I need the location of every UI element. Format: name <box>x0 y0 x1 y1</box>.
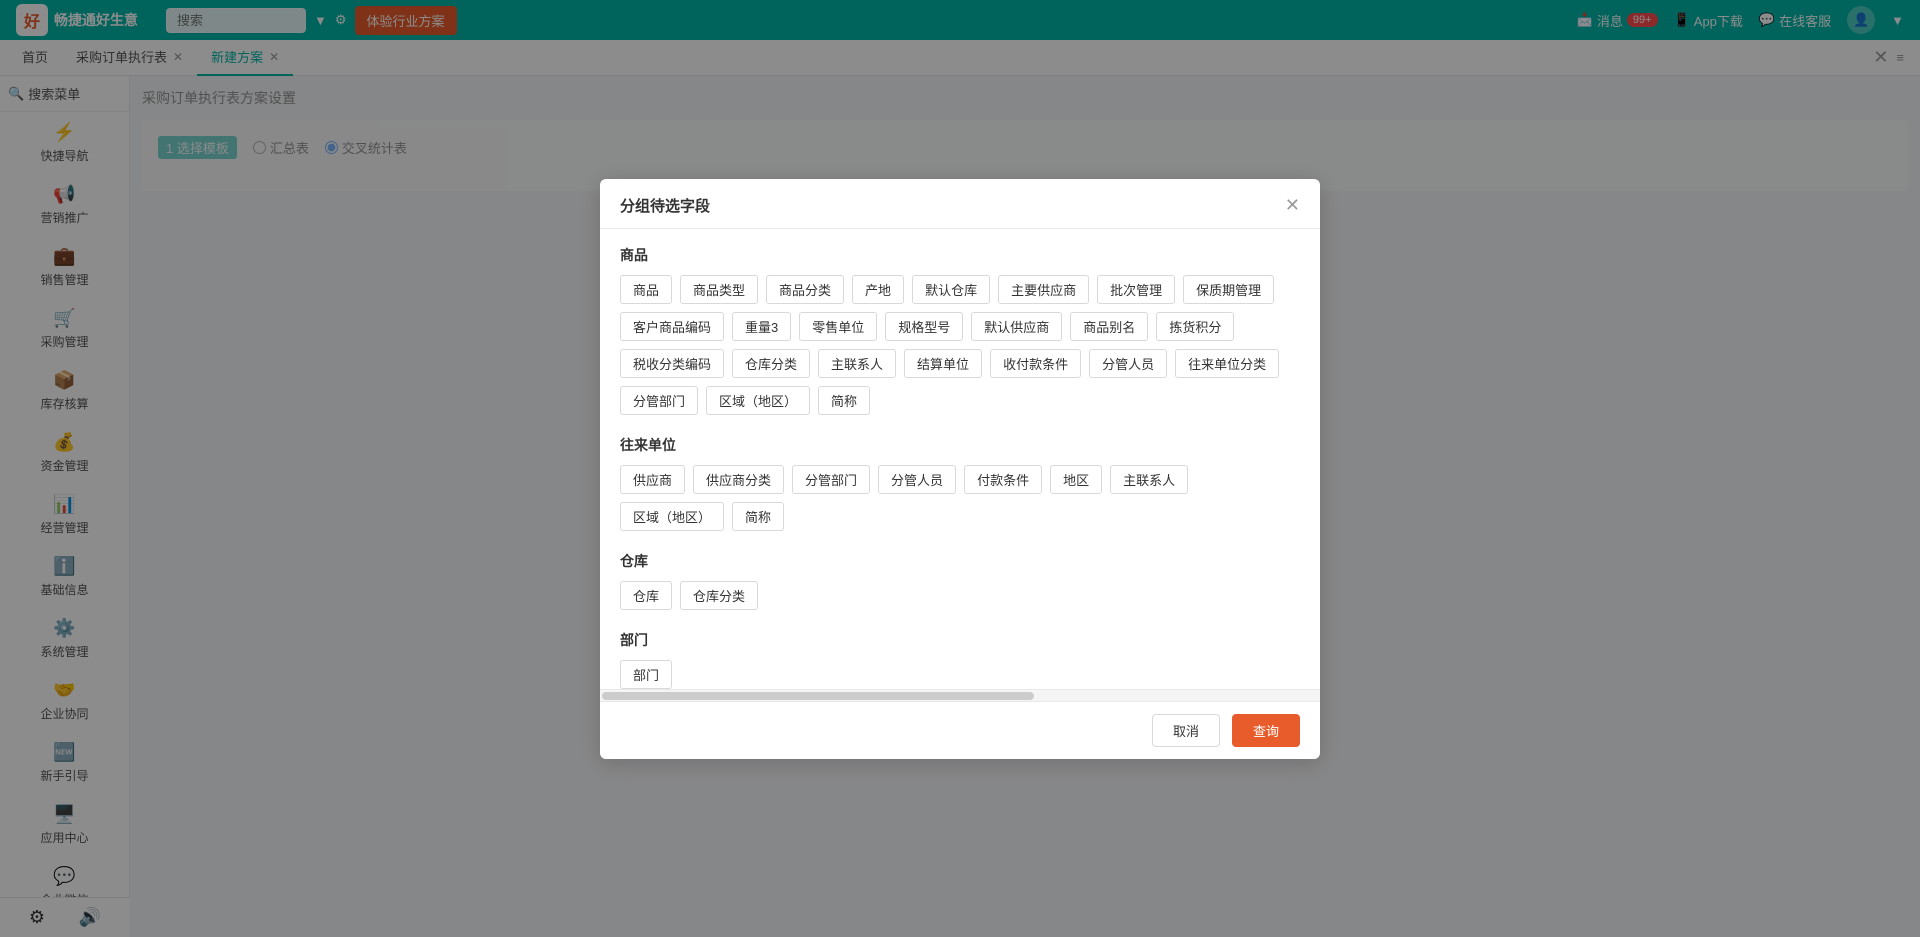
field-warehouse[interactable]: 仓库 <box>620 581 672 610</box>
field-manage-person[interactable]: 分管人员 <box>878 465 956 494</box>
cancel-button[interactable]: 取消 <box>1152 714 1220 747</box>
field-batch-mgmt[interactable]: 批次管理 <box>1097 275 1175 304</box>
modal-title: 分组待选字段 <box>620 195 710 216</box>
field-retail-unit[interactable]: 零售单位 <box>799 312 877 341</box>
section-goods: 商品 商品 商品类型 商品分类 产地 默认仓库 主要供应商 批次管理 保质期管理… <box>620 245 1300 415</box>
modal-body: 商品 商品 商品类型 商品分类 产地 默认仓库 主要供应商 批次管理 保质期管理… <box>600 229 1320 689</box>
field-default-warehouse[interactable]: 默认仓库 <box>912 275 990 304</box>
section-goods-title: 商品 <box>620 245 1300 265</box>
field-supplier[interactable]: 供应商 <box>620 465 685 494</box>
section-warehouse: 仓库 仓库 仓库分类 <box>620 551 1300 610</box>
field-short-name2[interactable]: 简称 <box>732 502 784 531</box>
field-goods[interactable]: 商品 <box>620 275 672 304</box>
field-main-supplier[interactable]: 主要供应商 <box>998 275 1089 304</box>
section-warehouse-title: 仓库 <box>620 551 1300 571</box>
field-region-counterpart[interactable]: 区域（地区） <box>620 502 724 531</box>
field-counterpart-category[interactable]: 往来单位分类 <box>1175 349 1279 378</box>
field-main-contact[interactable]: 主联系人 <box>818 349 896 378</box>
field-customer-code[interactable]: 客户商品编码 <box>620 312 724 341</box>
section-department: 部门 部门 <box>620 630 1300 689</box>
section-department-title: 部门 <box>620 630 1300 650</box>
field-settlement-unit[interactable]: 结算单位 <box>904 349 982 378</box>
field-payment-terms[interactable]: 收付款条件 <box>990 349 1081 378</box>
field-goods-category[interactable]: 商品分类 <box>766 275 844 304</box>
field-region-goods[interactable]: 区域（地区） <box>706 386 810 415</box>
field-origin[interactable]: 产地 <box>852 275 904 304</box>
section-warehouse-fields: 仓库 仓库分类 <box>620 581 1300 610</box>
section-counterpart-fields: 供应商 供应商分类 分管部门 分管人员 付款条件 地区 主联系人 区域（地区） … <box>620 465 1300 531</box>
field-warehouse-cat[interactable]: 仓库分类 <box>680 581 758 610</box>
field-department[interactable]: 部门 <box>620 660 672 689</box>
field-manager[interactable]: 分管人员 <box>1089 349 1167 378</box>
field-spec-model[interactable]: 规格型号 <box>885 312 963 341</box>
section-department-fields: 部门 <box>620 660 1300 689</box>
section-counterpart-title: 往来单位 <box>620 435 1300 455</box>
modal-header: 分组待选字段 ✕ <box>600 179 1320 229</box>
field-dept-manager[interactable]: 分管部门 <box>620 386 698 415</box>
modal-footer: 取消 查询 <box>600 701 1320 759</box>
field-dept-manage[interactable]: 分管部门 <box>792 465 870 494</box>
field-weight3[interactable]: 重量3 <box>732 312 791 341</box>
field-main-contact2[interactable]: 主联系人 <box>1110 465 1188 494</box>
field-short-name[interactable]: 简称 <box>818 386 870 415</box>
field-default-supplier[interactable]: 默认供应商 <box>971 312 1062 341</box>
field-tax-code[interactable]: 税收分类编码 <box>620 349 724 378</box>
field-goods-type[interactable]: 商品类型 <box>680 275 758 304</box>
field-payment-condition[interactable]: 付款条件 <box>964 465 1042 494</box>
confirm-button[interactable]: 查询 <box>1232 714 1300 747</box>
field-area[interactable]: 地区 <box>1050 465 1102 494</box>
modal-horizontal-scrollbar[interactable] <box>600 689 1320 701</box>
field-select-modal: 分组待选字段 ✕ 商品 商品 商品类型 商品分类 产地 默认仓库 主要供应商 批… <box>600 179 1320 759</box>
section-counterpart: 往来单位 供应商 供应商分类 分管部门 分管人员 付款条件 地区 主联系人 区域… <box>620 435 1300 531</box>
field-expiry-mgmt[interactable]: 保质期管理 <box>1183 275 1274 304</box>
section-goods-fields: 商品 商品类型 商品分类 产地 默认仓库 主要供应商 批次管理 保质期管理 客户… <box>620 275 1300 415</box>
field-supplier-category[interactable]: 供应商分类 <box>693 465 784 494</box>
modal-overlay: 分组待选字段 ✕ 商品 商品 商品类型 商品分类 产地 默认仓库 主要供应商 批… <box>0 0 1920 937</box>
field-pick-points[interactable]: 拣货积分 <box>1156 312 1234 341</box>
field-warehouse-category[interactable]: 仓库分类 <box>732 349 810 378</box>
modal-hscroll-thumb <box>602 692 1034 700</box>
field-goods-alias[interactable]: 商品别名 <box>1070 312 1148 341</box>
modal-close-button[interactable]: ✕ <box>1285 195 1300 216</box>
